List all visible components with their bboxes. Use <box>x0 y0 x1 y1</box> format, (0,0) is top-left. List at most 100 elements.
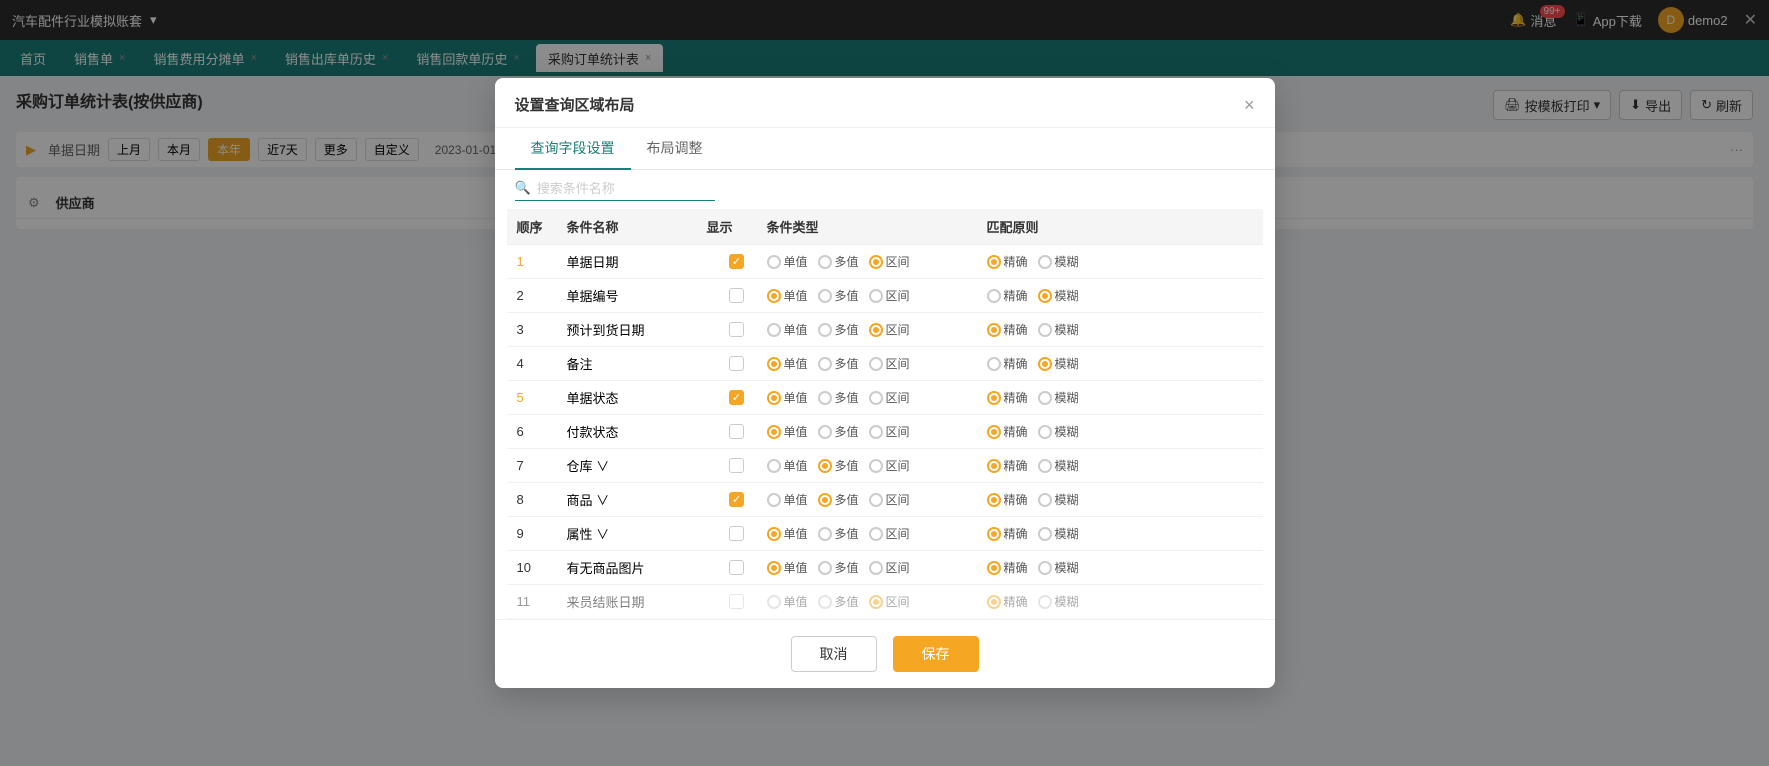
row-7-display <box>707 458 767 473</box>
row-9-match: 精确 模糊 <box>987 525 1187 542</box>
radio-fuzzy-6 <box>1038 425 1052 439</box>
row-10-name: 有无商品图片 <box>567 558 707 577</box>
radio-multi-11 <box>818 595 832 609</box>
row-7-type-range[interactable]: 区间 <box>869 457 910 474</box>
row-10-match-fuzzy[interactable]: 模糊 <box>1038 559 1079 576</box>
row-8-type-single[interactable]: 单值 <box>767 491 808 508</box>
row-5-match-fuzzy[interactable]: 模糊 <box>1038 389 1079 406</box>
row-7-match-exact[interactable]: 精确 <box>987 457 1028 474</box>
row-7-type-single[interactable]: 单值 <box>767 457 808 474</box>
row-1-type-single[interactable]: 单值 <box>767 253 808 270</box>
radio-multi-10 <box>818 561 832 575</box>
save-button[interactable]: 保存 <box>893 636 979 672</box>
row-4-match-fuzzy[interactable]: 模糊 <box>1038 355 1079 372</box>
row-8-match-fuzzy[interactable]: 模糊 <box>1038 491 1079 508</box>
row-1-match-fuzzy[interactable]: 模糊 <box>1038 253 1079 270</box>
modal-title: 设置查询区域布局 <box>515 94 635 115</box>
radio-exact-4 <box>987 357 1001 371</box>
row-11-type-range[interactable]: 区间 <box>869 593 910 610</box>
radio-exact-11 <box>987 595 1001 609</box>
radio-range-10 <box>869 561 883 575</box>
row-11-checkbox[interactable] <box>729 594 744 609</box>
modal-table: 顺序 条件名称 显示 条件类型 匹配原则 1 单据日期 ✓ 单值 <box>495 209 1275 619</box>
row-4-display <box>707 356 767 371</box>
row-5-type-range[interactable]: 区间 <box>869 389 910 406</box>
row-5-type-multi[interactable]: 多值 <box>818 389 859 406</box>
row-4-checkbox[interactable] <box>729 356 744 371</box>
row-1-type-multi[interactable]: 多值 <box>818 253 859 270</box>
row-7-type-multi[interactable]: 多值 <box>818 457 859 474</box>
row-11-type-single[interactable]: 单值 <box>767 593 808 610</box>
row-3-type-range[interactable]: 区间 <box>869 321 910 338</box>
row-1-type-range[interactable]: 区间 <box>869 253 910 270</box>
row-2-type-multi[interactable]: 多值 <box>818 287 859 304</box>
modal-tab-layout[interactable]: 布局调整 <box>631 128 719 170</box>
row-5-match-exact[interactable]: 精确 <box>987 389 1028 406</box>
table-row: 1 单据日期 ✓ 单值 多值 区间 <box>507 245 1263 279</box>
row-6-match-fuzzy[interactable]: 模糊 <box>1038 423 1079 440</box>
row-2-type-single[interactable]: 单值 <box>767 287 808 304</box>
row-6-type-range[interactable]: 区间 <box>869 423 910 440</box>
modal-close-button[interactable]: × <box>1244 96 1255 114</box>
row-8-display: ✓ <box>707 492 767 507</box>
row-3-type-multi[interactable]: 多值 <box>818 321 859 338</box>
row-1-display: ✓ <box>707 254 767 269</box>
row-3-match: 精确 模糊 <box>987 321 1187 338</box>
row-7-name: 仓库 ∨ <box>567 456 707 475</box>
row-9-checkbox[interactable] <box>729 526 744 541</box>
row-2-checkbox[interactable] <box>729 288 744 303</box>
row-7-checkbox[interactable] <box>729 458 744 473</box>
row-7-match-fuzzy[interactable]: 模糊 <box>1038 457 1079 474</box>
row-3-checkbox[interactable] <box>729 322 744 337</box>
row-9-match-exact[interactable]: 精确 <box>987 525 1028 542</box>
table-row: 11 来员结账日期 单值 多值 区间 <box>507 585 1263 619</box>
modal-tab-query[interactable]: 查询字段设置 <box>515 128 631 170</box>
row-9-type-multi[interactable]: 多值 <box>818 525 859 542</box>
radio-exact-2 <box>987 289 1001 303</box>
cancel-button[interactable]: 取消 <box>791 636 877 672</box>
row-9-type-range[interactable]: 区间 <box>869 525 910 542</box>
radio-range-8 <box>869 493 883 507</box>
radio-range-5 <box>869 391 883 405</box>
row-1-match-exact[interactable]: 精确 <box>987 253 1028 270</box>
table-row: 9 属性 ∨ 单值 多值 区间 <box>507 517 1263 551</box>
row-11-match-fuzzy[interactable]: 模糊 <box>1038 593 1079 610</box>
row-5-type-single[interactable]: 单值 <box>767 389 808 406</box>
row-11-type-multi[interactable]: 多值 <box>818 593 859 610</box>
row-10-type-multi[interactable]: 多值 <box>818 559 859 576</box>
row-6-type-single[interactable]: 单值 <box>767 423 808 440</box>
row-8-match-exact[interactable]: 精确 <box>987 491 1028 508</box>
row-4-type-multi[interactable]: 多值 <box>818 355 859 372</box>
row-10-checkbox[interactable] <box>729 560 744 575</box>
row-11-match-exact[interactable]: 精确 <box>987 593 1028 610</box>
row-9-match-fuzzy[interactable]: 模糊 <box>1038 525 1079 542</box>
row-3-match-fuzzy[interactable]: 模糊 <box>1038 321 1079 338</box>
row-10-type-single[interactable]: 单值 <box>767 559 808 576</box>
row-5-checkbox[interactable]: ✓ <box>729 390 744 405</box>
search-input[interactable] <box>537 181 715 196</box>
row-6-type-multi[interactable]: 多值 <box>818 423 859 440</box>
row-2-match-fuzzy[interactable]: 模糊 <box>1038 287 1079 304</box>
row-6-match-exact[interactable]: 精确 <box>987 423 1028 440</box>
row-8-checkbox[interactable]: ✓ <box>729 492 744 507</box>
modal-footer: 取消 保存 <box>495 619 1275 688</box>
row-6-checkbox[interactable] <box>729 424 744 439</box>
row-4-type-range[interactable]: 区间 <box>869 355 910 372</box>
row-3-type-single[interactable]: 单值 <box>767 321 808 338</box>
row-4-match-exact[interactable]: 精确 <box>987 355 1028 372</box>
row-2-match: 精确 模糊 <box>987 287 1187 304</box>
row-2-match-exact[interactable]: 精确 <box>987 287 1028 304</box>
row-8-type-multi[interactable]: 多值 <box>818 491 859 508</box>
row-1-checkbox[interactable]: ✓ <box>729 254 744 269</box>
row-9-order: 9 <box>517 526 567 541</box>
row-2-type-range[interactable]: 区间 <box>869 287 910 304</box>
col-name: 条件名称 <box>567 217 707 236</box>
table-row: 6 付款状态 单值 多值 区间 <box>507 415 1263 449</box>
row-9-type-single[interactable]: 单值 <box>767 525 808 542</box>
row-10-type-range[interactable]: 区间 <box>869 559 910 576</box>
row-8-type-range[interactable]: 区间 <box>869 491 910 508</box>
row-3-match-exact[interactable]: 精确 <box>987 321 1028 338</box>
row-4-type-single[interactable]: 单值 <box>767 355 808 372</box>
table-row: 3 预计到货日期 单值 多值 区间 <box>507 313 1263 347</box>
row-10-match-exact[interactable]: 精确 <box>987 559 1028 576</box>
